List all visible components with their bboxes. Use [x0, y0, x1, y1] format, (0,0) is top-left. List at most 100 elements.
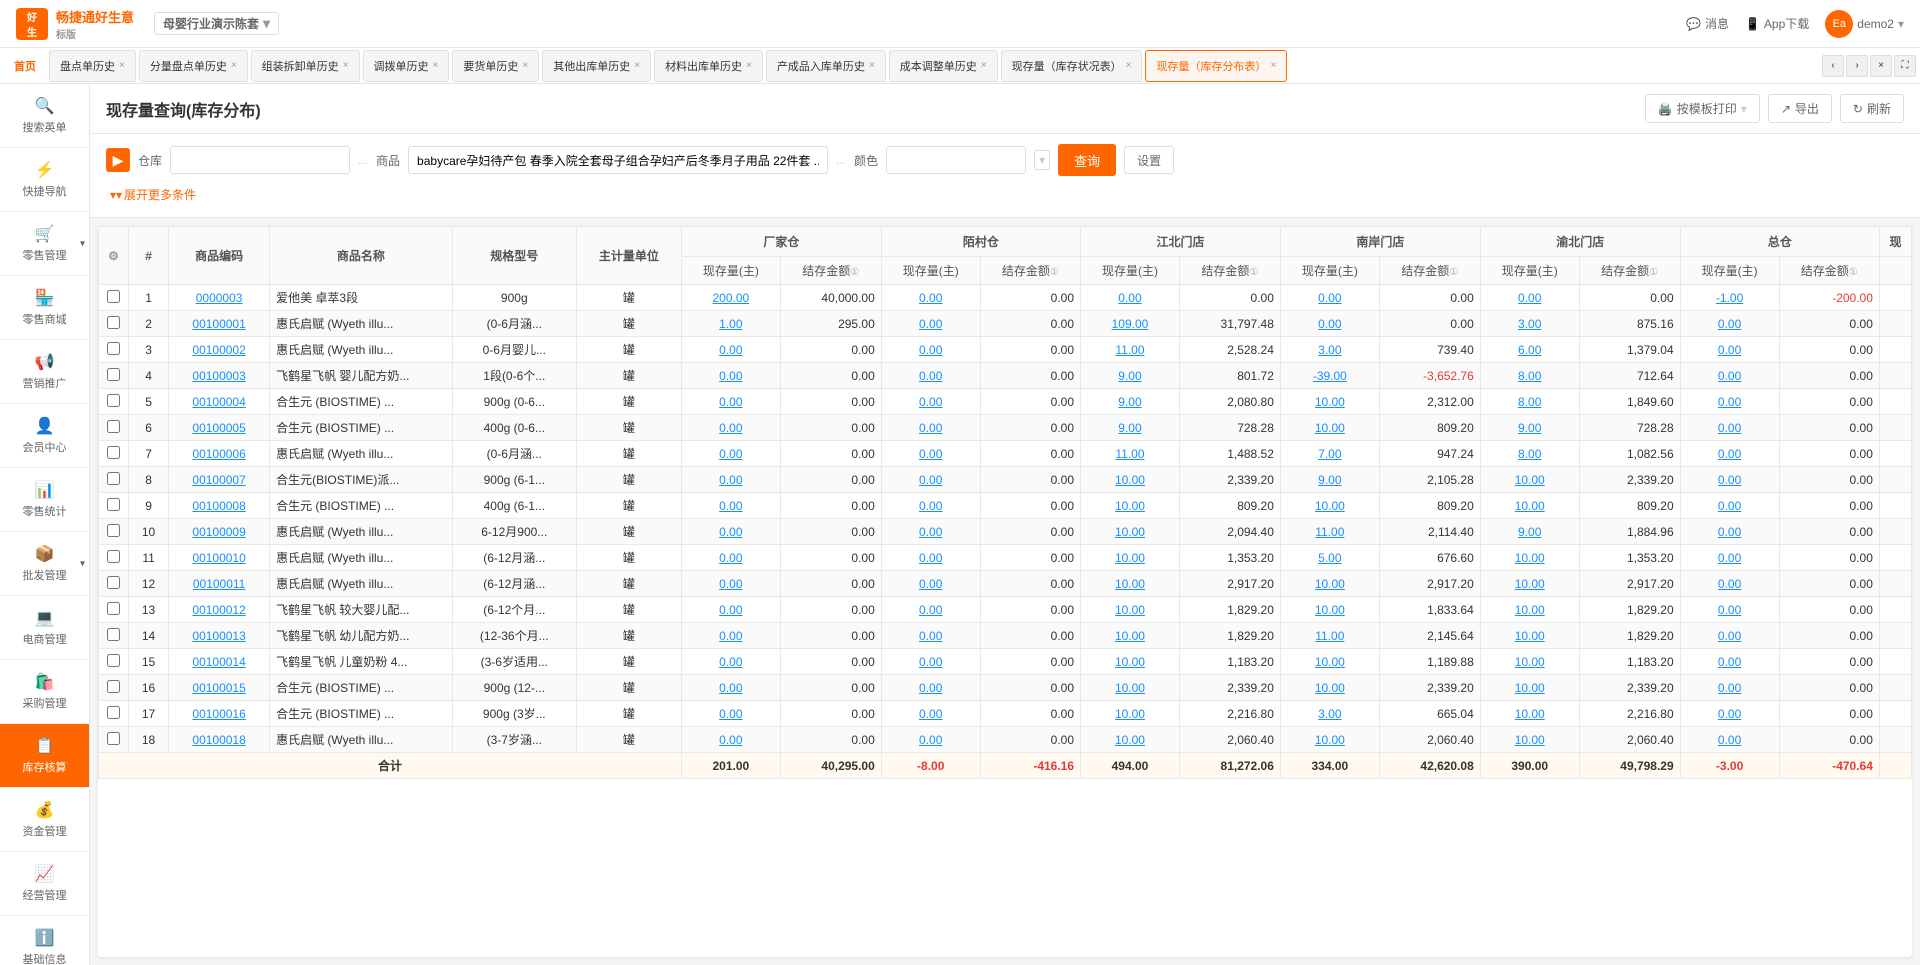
qty-link3[interactable]: 109.00: [1112, 317, 1149, 331]
qty-link2[interactable]: 0.00: [919, 343, 942, 357]
qty-link6[interactable]: 0.00: [1718, 733, 1741, 747]
qty-link2[interactable]: 0.00: [919, 733, 942, 747]
row-check[interactable]: [99, 519, 129, 545]
tab-transfer[interactable]: 调拨单历史 ×: [363, 50, 450, 82]
qty-link[interactable]: 0.00: [719, 447, 742, 461]
qty-link2[interactable]: 0.00: [919, 421, 942, 435]
qty-link6[interactable]: 0.00: [1718, 447, 1741, 461]
row-check[interactable]: [99, 597, 129, 623]
qty-link2[interactable]: 0.00: [919, 369, 942, 383]
qty-link4[interactable]: 10.00: [1315, 395, 1345, 409]
row-check[interactable]: [99, 545, 129, 571]
code-link[interactable]: 00100009: [192, 525, 245, 539]
qty-link[interactable]: 0.00: [719, 421, 742, 435]
qty-link[interactable]: 0.00: [719, 655, 742, 669]
close-tab-icon[interactable]: ×: [119, 60, 125, 71]
app-download-btn[interactable]: 📱 App下载: [1745, 15, 1809, 32]
row-check[interactable]: [99, 285, 129, 311]
qty-link5[interactable]: 6.00: [1518, 343, 1541, 357]
qty-link5[interactable]: 10.00: [1515, 551, 1545, 565]
qty-link[interactable]: 0.00: [719, 733, 742, 747]
sidebar-item-marketing[interactable]: 📢 营销推广: [0, 340, 89, 404]
qty-link4[interactable]: 10.00: [1315, 499, 1345, 513]
row-check[interactable]: [99, 467, 129, 493]
row-check[interactable]: [99, 311, 129, 337]
close-tab-icon7[interactable]: ×: [746, 60, 752, 71]
qty-link3[interactable]: 10.00: [1115, 655, 1145, 669]
qty-link5[interactable]: 9.00: [1518, 421, 1541, 435]
qty-link4[interactable]: -39.00: [1313, 369, 1347, 383]
qty-link[interactable]: 0.00: [719, 473, 742, 487]
qty-link2[interactable]: 0.00: [919, 317, 942, 331]
qty-link3[interactable]: 10.00: [1115, 551, 1145, 565]
qty-link2[interactable]: 0.00: [919, 525, 942, 539]
industry-dropdown[interactable]: 母婴行业演示陈套 ▾: [154, 12, 279, 35]
sidebar-item-nav[interactable]: ⚡ 快捷导航: [0, 148, 89, 212]
qty-link3[interactable]: 9.00: [1118, 369, 1141, 383]
qty-link5[interactable]: 3.00: [1518, 317, 1541, 331]
row-check[interactable]: [99, 649, 129, 675]
qty-link4[interactable]: 9.00: [1318, 473, 1341, 487]
tab-stock-dist[interactable]: 现存量（库存分布表） ×: [1145, 50, 1287, 82]
qty-link5[interactable]: 10.00: [1515, 733, 1545, 747]
code-link[interactable]: 00100015: [192, 681, 245, 695]
qty-link6[interactable]: 0.00: [1718, 473, 1741, 487]
code-link[interactable]: 00100003: [192, 369, 245, 383]
nav-prev-btn[interactable]: ‹: [1822, 55, 1844, 77]
qty-link[interactable]: 0.00: [719, 551, 742, 565]
qty-link4[interactable]: 10.00: [1315, 655, 1345, 669]
qty-link6[interactable]: 0.00: [1718, 421, 1741, 435]
qty-link5[interactable]: 8.00: [1518, 369, 1541, 383]
code-link[interactable]: 00100014: [192, 655, 245, 669]
tab-inventory-history[interactable]: 盘点单历史 ×: [49, 50, 136, 82]
qty-link4[interactable]: 0.00: [1318, 291, 1341, 305]
th-settings[interactable]: ⚙: [99, 227, 129, 285]
code-link[interactable]: 00100008: [192, 499, 245, 513]
qty-link3[interactable]: 10.00: [1115, 629, 1145, 643]
qty-link4[interactable]: 0.00: [1318, 317, 1341, 331]
code-link[interactable]: 0000003: [196, 291, 243, 305]
qty-link6[interactable]: 0.00: [1718, 343, 1741, 357]
qty-link3[interactable]: 9.00: [1118, 395, 1141, 409]
qty-link[interactable]: 0.00: [719, 499, 742, 513]
info-icon2[interactable]: ①: [1050, 267, 1059, 278]
sidebar-item-search[interactable]: 🔍 搜索英单: [0, 84, 89, 148]
tab-stock-status[interactable]: 现存量（库存状况表） ×: [1001, 50, 1143, 82]
info-icon5[interactable]: ①: [1649, 267, 1658, 278]
export-btn[interactable]: ↗ 导出: [1768, 94, 1832, 123]
qty-link6[interactable]: 0.00: [1718, 317, 1741, 331]
qty-link4[interactable]: 10.00: [1315, 603, 1345, 617]
color-input[interactable]: [886, 146, 1026, 174]
sidebar-item-basic[interactable]: ℹ️ 基础信息: [0, 916, 89, 965]
close-tab-icon9[interactable]: ×: [981, 60, 987, 71]
qty-link4[interactable]: 3.00: [1318, 343, 1341, 357]
sidebar-item-member[interactable]: 👤 会员中心: [0, 404, 89, 468]
qty-link2[interactable]: 0.00: [919, 473, 942, 487]
qty-link6[interactable]: 0.00: [1718, 681, 1741, 695]
qty-link3[interactable]: 10.00: [1115, 473, 1145, 487]
qty-link3[interactable]: 10.00: [1115, 499, 1145, 513]
qty-link3[interactable]: 9.00: [1118, 421, 1141, 435]
expand-btn[interactable]: ▾▾ 展开更多条件: [110, 186, 1900, 203]
nav-expand-btn[interactable]: ⛶: [1894, 55, 1916, 77]
sidebar-item-mall[interactable]: 🏪 零售商城: [0, 276, 89, 340]
qty-link4[interactable]: 10.00: [1315, 681, 1345, 695]
sidebar-item-purchase[interactable]: 🛍️ 采购管理: [0, 660, 89, 724]
qty-link2[interactable]: 0.00: [919, 603, 942, 617]
sidebar-item-wholesale[interactable]: 📦 批发管理: [0, 532, 89, 596]
qty-link6[interactable]: 0.00: [1718, 525, 1741, 539]
tab-requisition[interactable]: 要货单历史 ×: [452, 50, 539, 82]
code-link[interactable]: 00100018: [192, 733, 245, 747]
qty-link3[interactable]: 10.00: [1115, 577, 1145, 591]
qty-link6[interactable]: 0.00: [1718, 499, 1741, 513]
qty-link3[interactable]: 10.00: [1115, 733, 1145, 747]
qty-link6[interactable]: 0.00: [1718, 603, 1741, 617]
qty-link[interactable]: 0.00: [719, 369, 742, 383]
code-link[interactable]: 00100007: [192, 473, 245, 487]
qty-link2[interactable]: 0.00: [919, 655, 942, 669]
row-check[interactable]: [99, 675, 129, 701]
tab-sub-inventory[interactable]: 分量盘点单历史 ×: [139, 50, 248, 82]
close-tab-icon11[interactable]: ×: [1270, 60, 1276, 71]
nav-next-btn[interactable]: ›: [1846, 55, 1868, 77]
qty-link2[interactable]: 0.00: [919, 577, 942, 591]
